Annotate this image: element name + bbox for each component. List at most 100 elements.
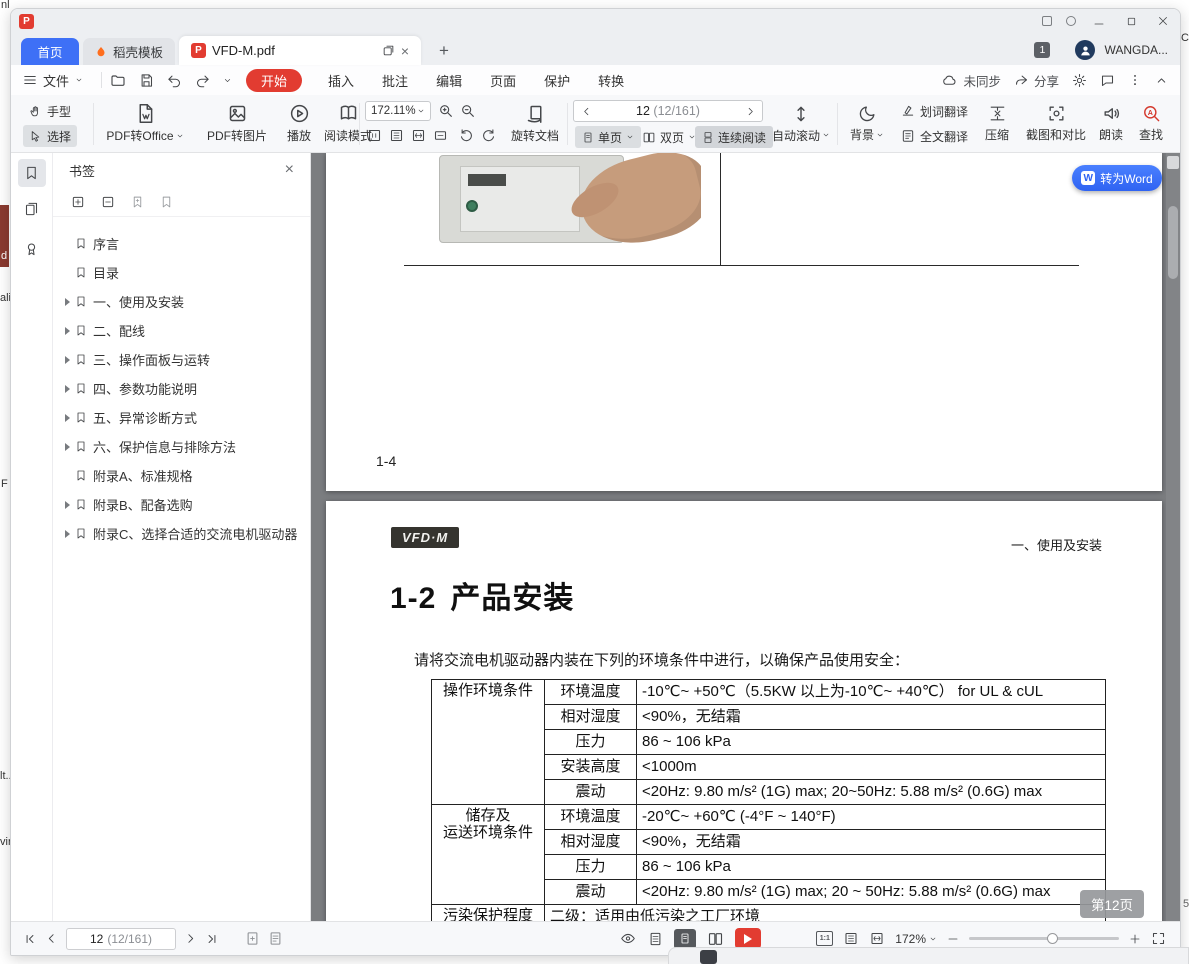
toolbar-options-icon[interactable] bbox=[223, 76, 232, 85]
actual-size-icon[interactable] bbox=[365, 126, 383, 144]
ribbon-tab-protect[interactable]: 保护 bbox=[530, 71, 584, 90]
read-aloud-button[interactable]: 朗读 bbox=[1091, 99, 1131, 148]
continuous-mode-button[interactable]: 连续阅读 bbox=[695, 126, 774, 148]
document-viewport[interactable]: 1-4 VFD·M 一、使用及安装 1-2 产品安装 请将交流电机驱动器内装在下列… bbox=[311, 153, 1180, 921]
add-bookmark-icon[interactable] bbox=[131, 195, 144, 209]
new-tab-button[interactable]: + bbox=[439, 41, 449, 65]
expand-arrow-icon[interactable] bbox=[65, 326, 70, 335]
delete-bookmark-icon[interactable] bbox=[160, 195, 173, 209]
fit-width-icon[interactable] bbox=[409, 126, 427, 144]
bookmark-item[interactable]: 序言 bbox=[53, 229, 310, 258]
scrollbar-up-button[interactable] bbox=[1167, 156, 1179, 169]
expand-arrow-icon[interactable] bbox=[65, 384, 70, 393]
tab-detach-icon[interactable] bbox=[382, 44, 395, 57]
screenshot-compare-button[interactable]: 截图和对比 bbox=[1019, 99, 1093, 148]
more-icon[interactable] bbox=[1128, 73, 1142, 87]
ribbon-tab-insert[interactable]: 插入 bbox=[314, 71, 368, 90]
zoom-input[interactable]: 172.11% bbox=[365, 101, 431, 121]
zoom-slider-thumb[interactable] bbox=[1047, 933, 1058, 944]
compress-button[interactable]: 压缩 bbox=[977, 99, 1017, 148]
save-icon[interactable] bbox=[139, 73, 154, 88]
sync-status-label[interactable]: 未同步 bbox=[963, 71, 1001, 90]
notification-badge[interactable]: 1 bbox=[1034, 42, 1051, 58]
file-menu[interactable]: 文件 bbox=[23, 71, 83, 90]
pdf-to-image-button[interactable]: PDF转图片 bbox=[195, 99, 279, 148]
collapse-all-icon[interactable] bbox=[101, 195, 115, 209]
ribbon-tab-convert[interactable]: 转换 bbox=[584, 71, 638, 90]
zoom-in-plus-icon[interactable] bbox=[1129, 933, 1141, 945]
full-translate-button[interactable]: 全文翻译 bbox=[895, 125, 974, 147]
scrollbar-thumb[interactable] bbox=[1168, 206, 1178, 279]
rotate-left-icon[interactable] bbox=[457, 126, 475, 144]
bookmarks-panel-button[interactable] bbox=[17, 159, 46, 187]
zoom-out-minus-icon[interactable] bbox=[947, 933, 959, 945]
rotate-right-icon[interactable] bbox=[479, 126, 497, 144]
bookmark-item[interactable]: 附录A、标准规格 bbox=[53, 461, 310, 490]
ribbon-tab-start[interactable]: 开始 bbox=[246, 68, 303, 92]
previous-page-icon[interactable] bbox=[45, 932, 58, 945]
next-page-icon[interactable] bbox=[184, 932, 197, 945]
eye-protect-icon[interactable] bbox=[619, 931, 637, 946]
tab-close-icon[interactable]: × bbox=[401, 43, 409, 59]
reading-layout-icon[interactable] bbox=[648, 931, 663, 947]
background-button[interactable]: 背景 bbox=[843, 99, 891, 148]
hand-tool-button[interactable]: 手型 bbox=[23, 100, 77, 122]
page-number-value[interactable]: 12 bbox=[636, 104, 650, 118]
cloud-sync-icon[interactable] bbox=[941, 73, 958, 88]
ribbon-tab-page[interactable]: 页面 bbox=[476, 71, 530, 90]
first-page-icon[interactable] bbox=[23, 932, 37, 946]
convert-to-word-button[interactable]: W 转为Word bbox=[1072, 165, 1162, 191]
bookmark-item[interactable]: 附录C、选择合适的交流电机驱动器 bbox=[53, 519, 310, 548]
zoom-slider[interactable] bbox=[969, 933, 1119, 944]
collapse-ribbon-icon[interactable] bbox=[1155, 74, 1168, 87]
ribbon-tab-annotate[interactable]: 批注 bbox=[368, 71, 422, 90]
account-name[interactable]: WANGDA... bbox=[1104, 43, 1168, 57]
auto-scroll-button[interactable]: 自动滚动 bbox=[769, 99, 833, 148]
expand-arrow-icon[interactable] bbox=[65, 529, 70, 538]
find-button[interactable]: A 查找 bbox=[1131, 99, 1171, 148]
fit-page-icon[interactable] bbox=[387, 126, 405, 144]
fit-page-icon[interactable] bbox=[843, 931, 859, 946]
select-tool-button[interactable]: 选择 bbox=[23, 125, 78, 147]
bookmark-item[interactable]: 二、配线 bbox=[53, 316, 310, 345]
double-page-mode-button[interactable]: 双页 bbox=[635, 126, 703, 148]
actual-size-icon[interactable]: 1:1 bbox=[816, 931, 834, 946]
previous-page-icon[interactable] bbox=[574, 106, 598, 117]
expand-arrow-icon[interactable] bbox=[65, 500, 70, 509]
bookmark-item[interactable]: 一、使用及安装 bbox=[53, 287, 310, 316]
expand-all-icon[interactable] bbox=[71, 195, 85, 209]
skin-icon[interactable] bbox=[1042, 16, 1052, 26]
minimize-button[interactable] bbox=[1090, 13, 1108, 29]
fit-width-icon[interactable] bbox=[869, 931, 885, 946]
bookmark-item[interactable]: 四、参数功能说明 bbox=[53, 374, 310, 403]
last-page-icon[interactable] bbox=[205, 932, 219, 946]
redo-icon[interactable] bbox=[195, 73, 210, 88]
gear-icon[interactable] bbox=[1072, 73, 1087, 88]
bookmark-item[interactable]: 五、异常诊断方式 bbox=[53, 403, 310, 432]
expand-arrow-icon[interactable] bbox=[65, 442, 70, 451]
zoom-out-icon[interactable] bbox=[459, 102, 477, 120]
bookmark-item[interactable]: 三、操作面板与运转 bbox=[53, 345, 310, 374]
rotate-doc-button[interactable]: 旋转文档 bbox=[503, 99, 567, 148]
single-page-view-button[interactable] bbox=[674, 928, 696, 949]
zoom-in-icon[interactable] bbox=[437, 102, 455, 120]
zoom-level-dropdown[interactable]: 172% bbox=[895, 932, 937, 946]
next-page-icon[interactable] bbox=[738, 106, 762, 117]
share-icon[interactable] bbox=[1014, 73, 1029, 88]
thumbnails-panel-button[interactable] bbox=[18, 195, 46, 223]
share-label[interactable]: 分享 bbox=[1034, 71, 1059, 90]
bookmark-item[interactable]: 六、保护信息与排除方法 bbox=[53, 432, 310, 461]
manage-pages-icon[interactable] bbox=[268, 931, 283, 946]
two-page-view-icon[interactable] bbox=[707, 931, 724, 947]
expand-arrow-icon[interactable] bbox=[65, 297, 70, 306]
bookmark-item[interactable]: 目录 bbox=[53, 258, 310, 287]
expand-arrow-icon[interactable] bbox=[65, 355, 70, 364]
single-page-mode-button[interactable]: 单页 bbox=[575, 126, 642, 148]
maximize-button[interactable] bbox=[1122, 13, 1140, 29]
tab-docer-templates[interactable]: 稻壳模板 bbox=[83, 38, 176, 65]
tab-home[interactable]: 首页 bbox=[21, 38, 79, 65]
pdf-to-office-button[interactable]: PDF转Office bbox=[97, 99, 193, 148]
signature-panel-button[interactable] bbox=[18, 235, 46, 263]
page-navigator[interactable]: 12 (12/161) bbox=[573, 100, 763, 122]
panel-close-icon[interactable]: × bbox=[285, 161, 294, 179]
